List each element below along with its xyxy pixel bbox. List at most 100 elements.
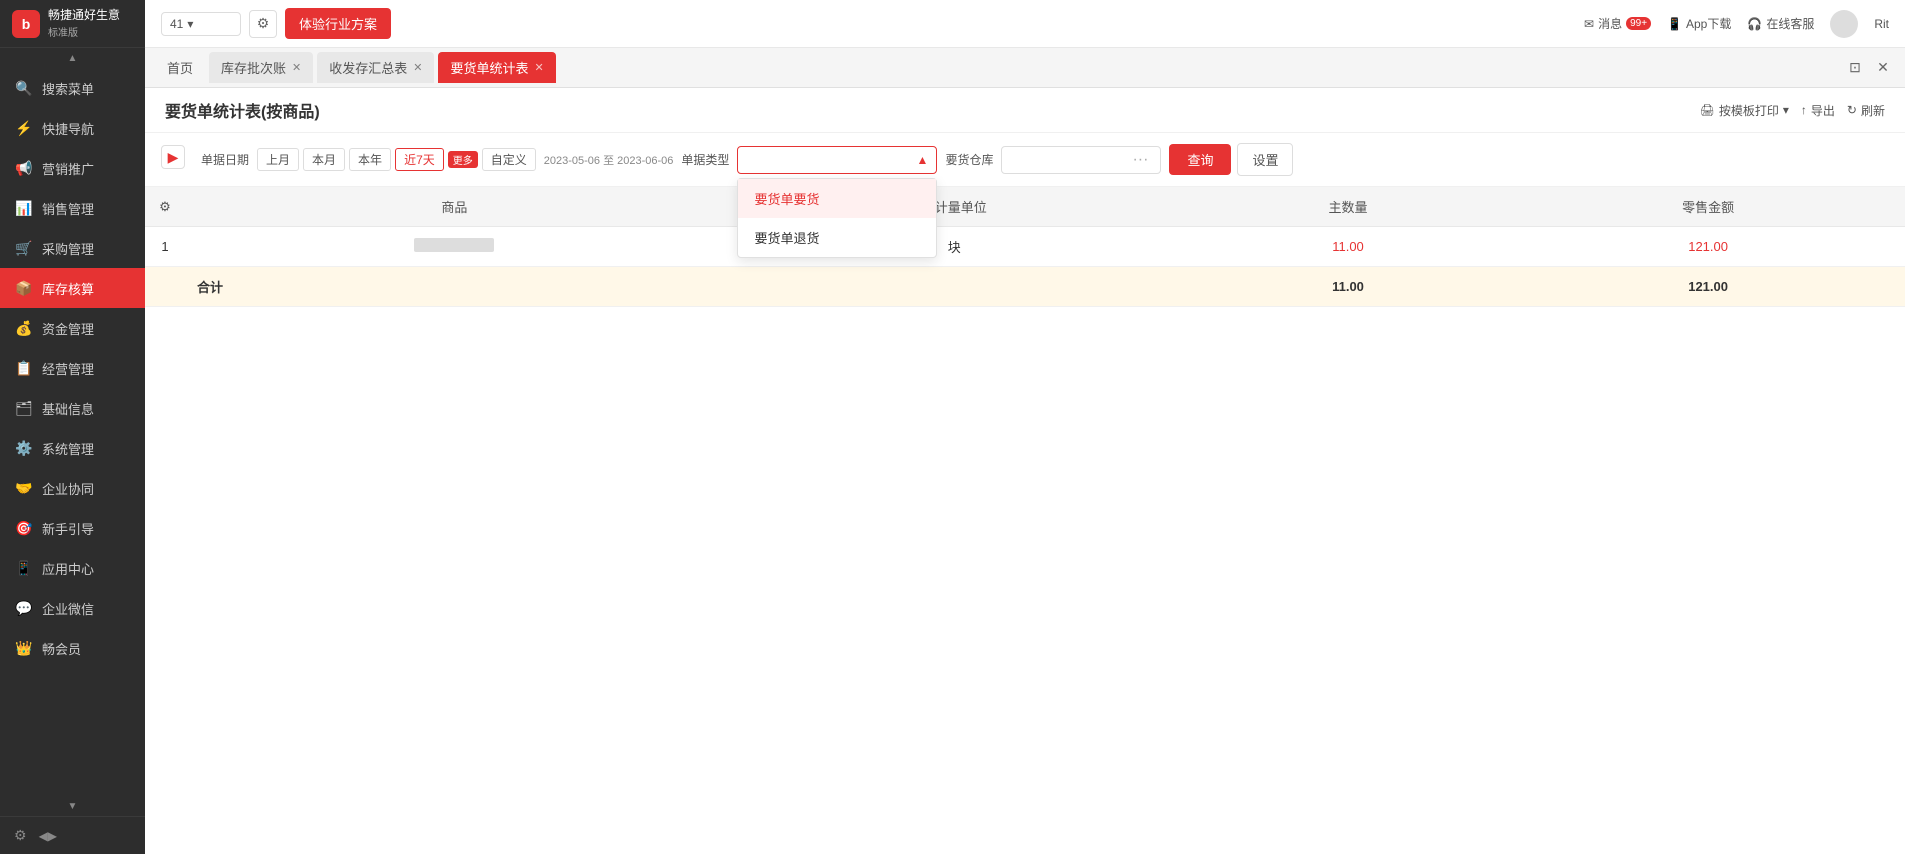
- wechat-icon: 💬: [14, 598, 34, 618]
- footer-empty-2: [724, 267, 1185, 307]
- sidebar-item-purchase[interactable]: 🛒 采购管理: [0, 228, 145, 268]
- online-service-button[interactable]: 🎧 在线客服: [1747, 15, 1814, 32]
- guide-icon: 🎯: [14, 518, 34, 538]
- more-icon[interactable]: ···: [1128, 151, 1152, 169]
- basic-icon: 🗂: [14, 398, 34, 418]
- app-download-button[interactable]: 📱 App下载: [1667, 15, 1731, 32]
- logo-icon: b: [12, 10, 40, 38]
- print-button[interactable]: 🖨 按模板打印 ▾: [1700, 102, 1789, 119]
- filter-area: ▶ 单据日期 上月 本月 本年 近7天 更多 自定义 2023-05-06 至 …: [145, 133, 1905, 187]
- date-custom-button[interactable]: 自定义: [482, 148, 536, 171]
- sidebar-item-search[interactable]: 🔍 搜索菜单: [0, 68, 145, 108]
- date-cur-year-button[interactable]: 本年: [349, 148, 391, 171]
- user-avatar[interactable]: [1830, 10, 1858, 38]
- online-service-label: 在线客服: [1766, 15, 1814, 32]
- sidebar-item-wechat[interactable]: 💬 企业微信: [0, 588, 145, 628]
- col-qty: 主数量: [1185, 187, 1511, 227]
- sales-icon: 📊: [14, 198, 34, 218]
- sidebar-item-appstore[interactable]: 📱 应用中心: [0, 548, 145, 588]
- dropdown-option-order[interactable]: 要货单要货: [738, 179, 936, 218]
- inventory-icon: 📦: [14, 278, 34, 298]
- col-amount: 零售金额: [1511, 187, 1905, 227]
- sidebar-item-sales[interactable]: 📊 销售管理: [0, 188, 145, 228]
- warehouse-input[interactable]: ···: [1001, 146, 1161, 174]
- sidebar-item-enterprise[interactable]: 🤝 企业协同: [0, 468, 145, 508]
- sidebar-item-operation[interactable]: 📋 经营管理: [0, 348, 145, 388]
- tab-maximize-button[interactable]: ⊡: [1843, 56, 1867, 80]
- date-more-badge[interactable]: 更多: [448, 151, 478, 168]
- search-icon: 🔍: [14, 78, 34, 98]
- cell-qty: 11.00: [1185, 227, 1511, 267]
- sidebar-item-label: 应用中心: [42, 559, 94, 578]
- sidebar-item-label: 畅会员: [42, 639, 81, 658]
- topbar-gear-button[interactable]: ⚙: [249, 10, 277, 38]
- store-selector[interactable]: 41 ▾: [161, 12, 241, 36]
- sidebar-item-shortcut[interactable]: ⚡ 快捷导航: [0, 108, 145, 148]
- filter-settings-button[interactable]: 设置: [1237, 143, 1293, 176]
- sidebar-item-label: 企业微信: [42, 599, 94, 618]
- tab-home[interactable]: 首页: [155, 52, 205, 83]
- sidebar-scroll-down[interactable]: ▼: [0, 796, 145, 816]
- main-content: 41 ▾ ⚙ 体验行业方案 ✉ 消息 99+ 📱 App下载 🎧 在线客服 Ri…: [145, 0, 1905, 854]
- sidebar-item-member[interactable]: 👑 畅会员: [0, 628, 145, 668]
- export-button[interactable]: ↑ 导出: [1801, 102, 1835, 119]
- sidebar-item-marketing[interactable]: 📢 营销推广: [0, 148, 145, 188]
- tab-home-label: 首页: [167, 58, 193, 77]
- messages-button[interactable]: ✉ 消息 99+: [1584, 15, 1651, 32]
- sidebar-scroll-up[interactable]: ▲: [0, 48, 145, 68]
- footer-label: 合计: [185, 267, 724, 307]
- page-area: 要货单统计表(按商品) 🖨 按模板打印 ▾ ↑ 导出 ↻ 刷新 ▶: [145, 88, 1905, 854]
- date-7days-button[interactable]: 近7天: [395, 148, 444, 171]
- date-prev-month-button[interactable]: 上月: [257, 148, 299, 171]
- logo-area: b 畅捷通好生意 标准版: [0, 0, 145, 48]
- sidebar-item-system[interactable]: ⚙️ 系统管理: [0, 428, 145, 468]
- topbar-left: 41 ▾ ⚙ 体验行业方案: [161, 8, 1572, 39]
- sidebar-item-finance[interactable]: 💰 资金管理: [0, 308, 145, 348]
- purchase-icon: 🛒: [14, 238, 34, 258]
- footer-settings-icon[interactable]: ⚙: [14, 827, 27, 844]
- message-icon: ✉: [1584, 17, 1594, 31]
- cell-amount: 121.00: [1511, 227, 1905, 267]
- footer-amount: 121.00: [1511, 267, 1905, 307]
- tabbar: 首页 库存批次账 ✕ 收发存汇总表 ✕ 要货单统计表 ✕ ⊡ ✕: [145, 48, 1905, 88]
- tab-close-icon[interactable]: ✕: [413, 61, 422, 74]
- warehouse-label: 要货仓库: [945, 151, 993, 168]
- tab-actions: ⊡ ✕: [1843, 56, 1895, 80]
- order-type-select[interactable]: ▲: [737, 146, 937, 174]
- tab-receivable[interactable]: 收发存汇总表 ✕: [317, 52, 434, 83]
- sidebar-nav: 🔍 搜索菜单 ⚡ 快捷导航 📢 营销推广 📊 销售管理 🛒 采购管理 📦 库存核…: [0, 68, 145, 796]
- tab-inventory-batch-label: 库存批次账: [221, 58, 286, 77]
- table-footer: 合计 11.00 121.00: [145, 267, 1905, 307]
- sidebar-item-basic[interactable]: 🗂 基础信息: [0, 388, 145, 428]
- tab-order-stats-label: 要货单统计表: [450, 58, 528, 77]
- sidebar-item-label: 系统管理: [42, 439, 94, 458]
- query-button[interactable]: 查询: [1169, 144, 1231, 175]
- table-row: 1 块 11.00 121.00: [145, 227, 1905, 267]
- refresh-button[interactable]: ↻ 刷新: [1847, 102, 1885, 119]
- order-type-label: 单据类型: [681, 151, 729, 168]
- trial-button[interactable]: 体验行业方案: [285, 8, 391, 39]
- tab-inventory-batch[interactable]: 库存批次账 ✕: [209, 52, 313, 83]
- sidebar-item-label: 采购管理: [42, 239, 94, 258]
- dropdown-option-return[interactable]: 要货单退货: [738, 218, 936, 257]
- gear-icon[interactable]: ⚙: [159, 199, 171, 214]
- sidebar-item-inventory[interactable]: 📦 库存核算: [0, 268, 145, 308]
- tab-close-icon[interactable]: ✕: [292, 61, 301, 74]
- date-cur-month-button[interactable]: 本月: [303, 148, 345, 171]
- sidebar-item-label: 库存核算: [42, 279, 94, 298]
- export-label: 导出: [1811, 102, 1835, 119]
- footer-collapse-icon[interactable]: ◀▶: [39, 829, 57, 843]
- table-body: 1 块 11.00 121.00: [145, 227, 1905, 267]
- sidebar-item-guide[interactable]: 🎯 新手引导: [0, 508, 145, 548]
- refresh-icon: ↻: [1847, 103, 1857, 117]
- sidebar-item-label: 销售管理: [42, 199, 94, 218]
- topbar-right: ✉ 消息 99+ 📱 App下载 🎧 在线客服 Rit: [1584, 10, 1889, 38]
- filter-expand-button[interactable]: ▶: [161, 145, 185, 169]
- tab-close-icon[interactable]: ✕: [535, 61, 544, 74]
- tab-order-stats[interactable]: 要货单统计表 ✕: [438, 52, 555, 83]
- topbar: 41 ▾ ⚙ 体验行业方案 ✉ 消息 99+ 📱 App下载 🎧 在线客服 Ri…: [145, 0, 1905, 48]
- tab-close-all-button[interactable]: ✕: [1871, 56, 1895, 80]
- finance-icon: 💰: [14, 318, 34, 338]
- shortcut-icon: ⚡: [14, 118, 34, 138]
- page-actions: 🖨 按模板打印 ▾ ↑ 导出 ↻ 刷新: [1700, 102, 1885, 119]
